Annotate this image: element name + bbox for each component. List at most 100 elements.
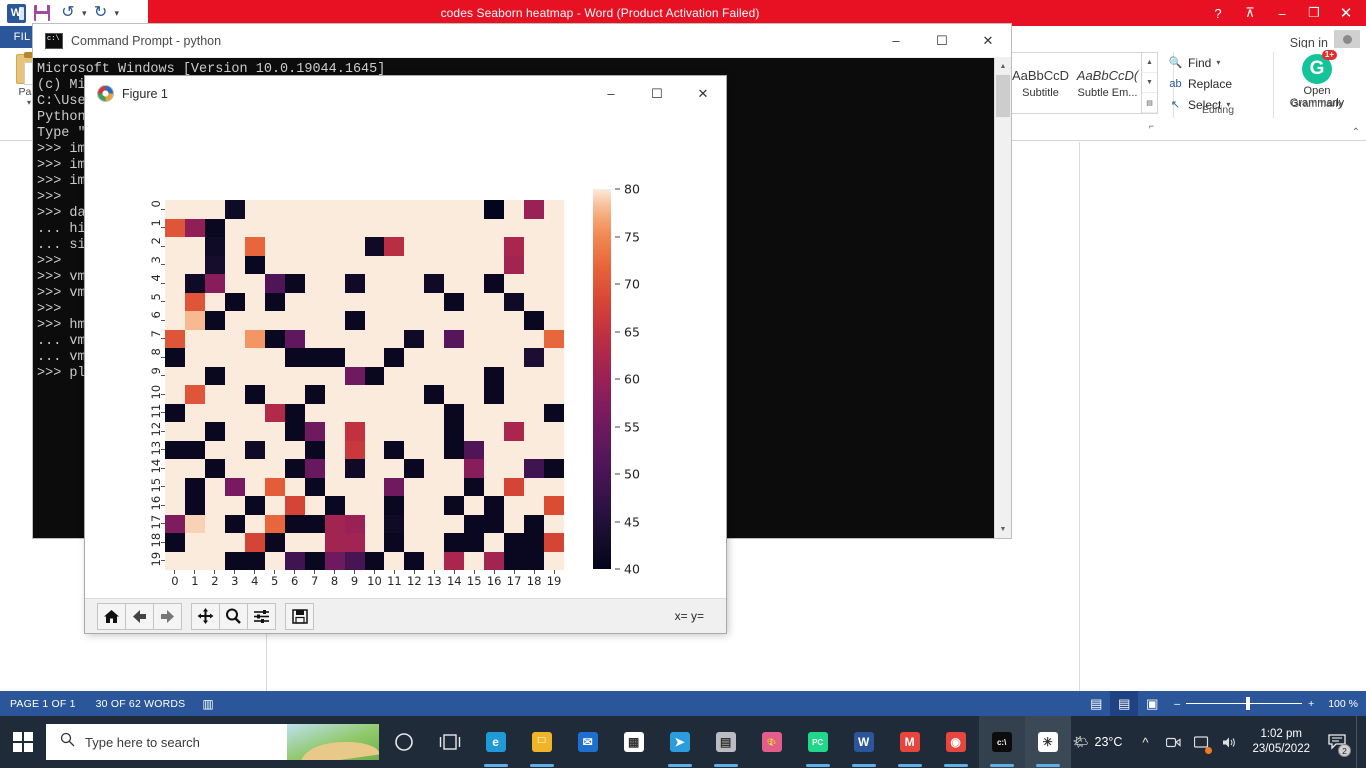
zoom-thumb[interactable] (1246, 697, 1251, 710)
show-desktop-button[interactable] (1356, 716, 1362, 768)
cmd-scroll-down-icon[interactable]: ▼ (995, 521, 1011, 538)
action-center-icon[interactable]: 2 (1320, 716, 1354, 768)
figure-title-bar[interactable]: Figure 1 – ☐ ✕ (85, 76, 726, 111)
cmd-minimize-button[interactable]: – (873, 24, 919, 58)
start-button[interactable] (0, 716, 46, 768)
chrome-profile-icon[interactable]: M (887, 716, 933, 768)
forward-arrow-icon[interactable] (153, 602, 182, 630)
zoom-track[interactable] (1186, 697, 1303, 710)
command-prompt-icon[interactable]: c:\ (978, 716, 1025, 768)
collapse-ribbon-icon[interactable]: ⌃ (1352, 127, 1360, 138)
mail-icon[interactable]: ✉ (565, 716, 611, 768)
cmd-maximize-button[interactable]: ☐ (919, 24, 965, 58)
x-tick-label: 16 (486, 574, 502, 588)
taskbar-clock[interactable]: 1:02 pm 23/05/2022 (1244, 727, 1318, 757)
show-hidden-icons-chevron-icon[interactable]: ^ (1132, 716, 1158, 768)
heatmap-cell (204, 329, 225, 348)
heatmap-cell (165, 329, 185, 348)
task-view-icon[interactable] (427, 716, 473, 768)
minimize-button[interactable]: – (1266, 0, 1298, 26)
heatmap-cell (224, 422, 245, 441)
read-mode-icon[interactable]: ▤ (1082, 691, 1110, 716)
database-icon[interactable]: ▤ (703, 716, 749, 768)
heatmap-cell (264, 551, 285, 570)
page-count-label[interactable]: PAGE 1 OF 1 (0, 698, 86, 710)
pan-move-icon[interactable] (191, 602, 220, 630)
telegram-icon[interactable]: ➤ (657, 716, 703, 768)
cmd-close-button[interactable]: ✕ (965, 24, 1011, 58)
volume-icon[interactable] (1216, 716, 1242, 768)
figure-minimize-button[interactable]: – (588, 76, 634, 111)
heatmap-cell (424, 292, 445, 311)
zoom-level-label[interactable]: 100 % (1322, 698, 1358, 710)
close-button[interactable]: ✕ (1330, 0, 1362, 26)
heatmap-cell (244, 496, 265, 515)
zoom-slider[interactable]: – + (1166, 697, 1322, 710)
heatmap-cells[interactable] (165, 200, 564, 570)
zoom-magnifier-icon[interactable] (219, 602, 248, 630)
file-explorer-icon[interactable]: 🗀 (519, 716, 565, 768)
matplotlib-figure-icon[interactable]: ✳ (1024, 716, 1071, 768)
microsoft-store-icon[interactable]: ▦ (611, 716, 657, 768)
heatmap-cell (444, 311, 465, 330)
configure-subplots-icon[interactable] (247, 602, 276, 630)
matplotlib-figure-window[interactable]: Figure 1 – ☐ ✕ 0 1 2 3 4 5 6 7 8 9 10 11 12 13 14 15 16 1… (85, 76, 726, 633)
onedrive-icon[interactable] (1188, 716, 1214, 768)
y-axis-tick-labels: 0 1 2 3 4 5 6 7 8 9 10 11 12 13 14 15 16 17 18 19 (143, 200, 163, 570)
proofing-errors-icon[interactable]: ▥ (195, 697, 220, 711)
styles-dialog-launcher-icon[interactable]: ⌐ (1149, 121, 1158, 131)
help-button[interactable]: ? (1202, 0, 1234, 26)
search-input[interactable]: Type here to search (46, 724, 379, 760)
styles-more-icon[interactable]: ▤ (1142, 93, 1157, 113)
grammarly-group[interactable]: G 1+ Open Grammarly Grammarly (1274, 50, 1360, 110)
styles-gallery[interactable]: AaBbCcD Subtitle AaBbCcD( Subtle Em... ▲… (1006, 52, 1158, 114)
heatmap-axes[interactable] (165, 200, 564, 570)
cortana-circle-icon[interactable] (381, 716, 427, 768)
web-layout-icon[interactable]: ▣ (1138, 691, 1166, 716)
print-layout-icon[interactable]: ▤ (1110, 691, 1139, 716)
heatmap-cell (384, 274, 405, 293)
styles-scroll-down-icon[interactable]: ▼ (1142, 73, 1157, 93)
word-icon[interactable]: W (841, 716, 887, 768)
undo-button[interactable]: ↺ (56, 2, 80, 24)
style-subtitle[interactable]: AaBbCcD Subtitle (1007, 53, 1074, 113)
heatmap-cell (544, 551, 564, 570)
restore-button[interactable]: ❐ (1298, 0, 1330, 26)
cmd-scroll-up-icon[interactable]: ▲ (995, 58, 1011, 75)
weather-widget[interactable]: 🌤 23°C (1071, 735, 1131, 750)
word-count-label[interactable]: 30 OF 62 WORDS (86, 698, 196, 710)
pycharm-icon[interactable]: PC (795, 716, 841, 768)
zoom-out-button[interactable]: – (1174, 698, 1180, 710)
camera-icon[interactable] (1160, 716, 1186, 768)
cmd-scroll-thumb[interactable] (996, 75, 1010, 117)
replace-button[interactable]: ab Replace (1168, 73, 1268, 94)
cmd-scrollbar[interactable]: ▲ ▼ (994, 58, 1011, 538)
back-arrow-icon[interactable] (125, 602, 154, 630)
edge-icon[interactable]: e (473, 716, 519, 768)
heatmap-cell (344, 255, 365, 274)
microsoft-store-icon-glyph: ▦ (623, 732, 644, 752)
styles-scroll-up-icon[interactable]: ▲ (1142, 53, 1157, 73)
figure-maximize-button[interactable]: ☐ (634, 76, 680, 111)
heatmap-cell (504, 496, 525, 515)
paint-icon[interactable]: 🎨 (749, 716, 795, 768)
save-button[interactable] (30, 2, 54, 24)
redo-button[interactable]: ↻ (89, 2, 113, 24)
chrome-icon[interactable]: ◉ (933, 716, 979, 768)
styles-scroll-controls[interactable]: ▲ ▼ ▤ (1141, 53, 1157, 113)
heatmap-cell (284, 514, 305, 533)
cmd-title-bar[interactable]: Command Prompt - python – ☐ ✕ (33, 24, 1011, 58)
heatmap-cell (364, 533, 385, 552)
ribbon-display-options-icon[interactable]: ⊼ (1234, 0, 1266, 26)
home-icon[interactable] (97, 602, 126, 630)
x-tick-label: 8 (330, 574, 339, 588)
customize-qat-caret[interactable]: ▾ (115, 8, 120, 19)
find-caret-icon[interactable]: ▾ (1216, 58, 1220, 67)
undo-dropdown-caret[interactable]: ▾ (82, 8, 87, 19)
zoom-in-button[interactable]: + (1308, 698, 1314, 710)
save-floppy-icon[interactable] (285, 602, 314, 630)
figure-close-button[interactable]: ✕ (680, 76, 726, 111)
find-button[interactable]: 🔍 Find ▾ (1168, 52, 1268, 73)
figure-plot-canvas[interactable]: 0 1 2 3 4 5 6 7 8 9 10 11 12 13 14 15 16 17 18 19 012345678… (85, 111, 726, 598)
style-subtle-emphasis[interactable]: AaBbCcD( Subtle Em... (1074, 53, 1141, 113)
